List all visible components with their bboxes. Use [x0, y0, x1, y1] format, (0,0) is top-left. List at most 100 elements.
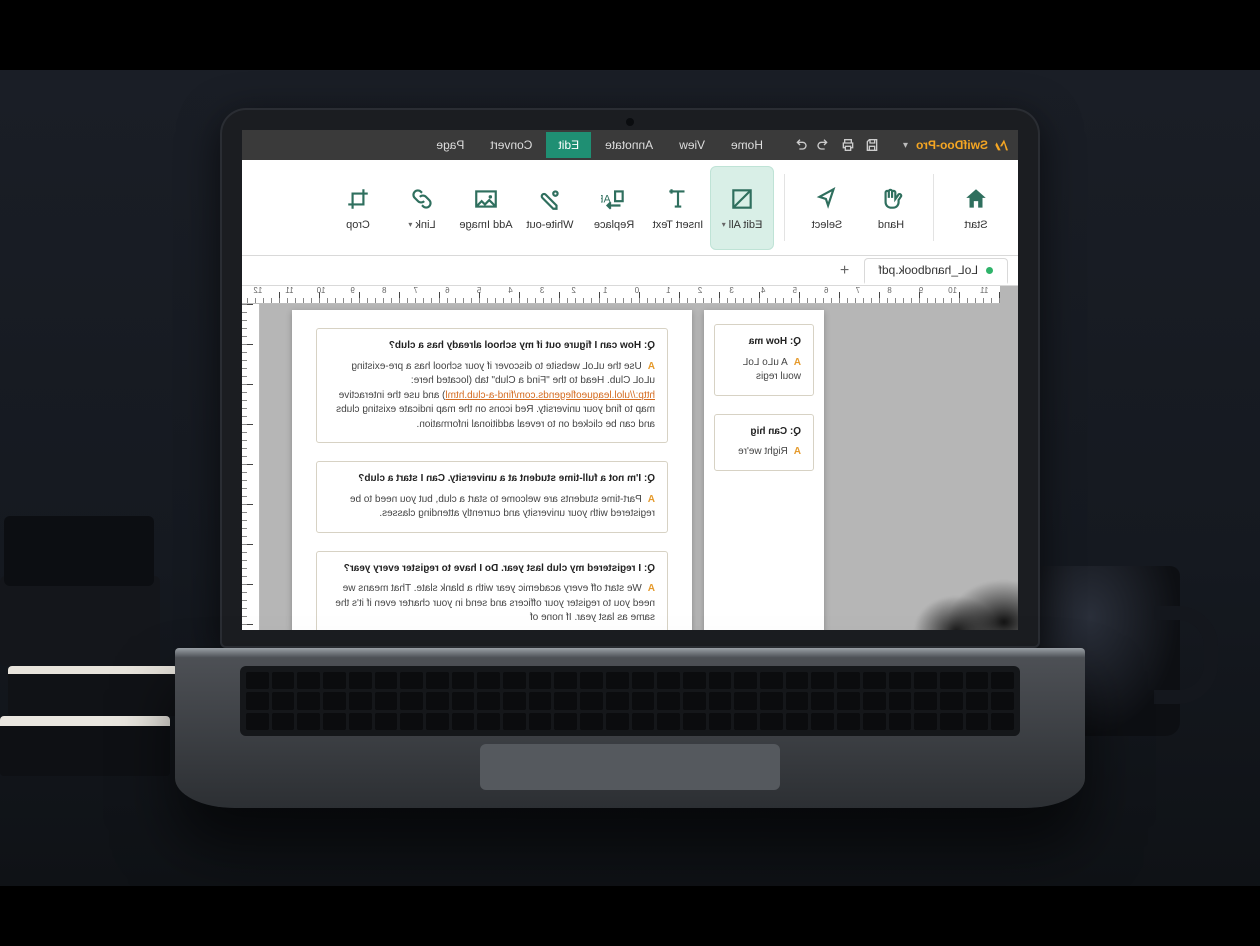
tab-status-dot-icon [986, 267, 993, 274]
qa-question: Q: Can hig [727, 425, 801, 440]
qa-question: Q: How ma [727, 335, 801, 350]
link-icon [408, 185, 436, 213]
menu-convert[interactable]: Convert [478, 132, 544, 158]
crop-icon [344, 185, 372, 213]
menu-view[interactable]: View [667, 132, 717, 158]
menu-page[interactable]: Page [424, 132, 476, 158]
qa-answer: Use the uLoL website to discover if your… [329, 360, 655, 433]
select-button[interactable]: Select [795, 166, 859, 250]
laptop-keyboard [240, 666, 1020, 736]
cursor-icon [813, 185, 841, 213]
hand-icon [877, 185, 905, 213]
qa-answer: Right we're [727, 445, 801, 460]
select-label: Select [812, 219, 843, 231]
crop-label: Crop [346, 219, 370, 231]
photo-scene: SwifDoo-Pro ▾ HomeViewAnnota [0, 70, 1260, 886]
document-tab-label: LoL_handbook.pdf [879, 263, 978, 277]
document-tabstrip: LoL_handbook.pdf + [242, 256, 1018, 286]
insert-text-icon [664, 185, 692, 213]
page-canvas[interactable]: Q: How can I figure out if my school alr… [260, 304, 1018, 630]
ruler-tick-label: 11 [968, 286, 1000, 295]
insert-text-label: Insert Text [653, 219, 704, 231]
menu-annotate[interactable]: Annotate [593, 132, 665, 158]
edit-all-button[interactable]: Edit All▾ [710, 166, 774, 250]
ruler-tick-label: 5 [779, 286, 811, 295]
laptop-base [175, 648, 1085, 808]
ruler-tick-label: 4 [495, 286, 527, 295]
prop-books [0, 516, 200, 776]
ruler-tick-label: 5 [463, 286, 495, 295]
save-icon[interactable] [863, 136, 881, 154]
hand-button[interactable]: Hand [859, 166, 923, 250]
ruler-tick-label: 6 [811, 286, 843, 295]
app-logo-icon [994, 137, 1010, 153]
laptop-screen-bezel: SwifDoo-Pro ▾ HomeViewAnnota [220, 108, 1040, 648]
qa-box[interactable]: Q: I'm not a full-time student at a univ… [316, 461, 668, 533]
horizontal-ruler: 11109876543210123456789101112 [242, 286, 1000, 304]
start-button[interactable]: Start [944, 166, 1008, 250]
ruler-tick-label: 2 [558, 286, 590, 295]
ruler-tick-label: 2 [684, 286, 716, 295]
add-image-label: Add Image [459, 219, 512, 231]
image-icon [472, 185, 500, 213]
edit-all-icon [728, 185, 756, 213]
qa-link[interactable]: http://ulol.leagueoflegends.com/find-a-c… [445, 390, 655, 401]
add-image-button[interactable]: Add Image [454, 166, 518, 250]
decorative-smudge [908, 550, 1018, 630]
ruler-tick-label: 10 [937, 286, 969, 295]
ruler-tick-label: 11 [274, 286, 306, 295]
workspace: 11109876543210123456789101112 Q: How can… [242, 286, 1018, 630]
app-window: SwifDoo-Pro ▾ HomeViewAnnota [242, 130, 1018, 630]
titlebar: SwifDoo-Pro ▾ HomeViewAnnota [242, 130, 1018, 160]
replace-button[interactable]: AB Replace [582, 166, 646, 250]
menu-home[interactable]: Home [719, 132, 775, 158]
pdf-page-left[interactable]: Q: How ma A uLo LoL woul regis Q: Can hig R… [704, 310, 824, 630]
home-icon [962, 185, 990, 213]
qa-question: Q: I registered my club last year. Do I … [329, 562, 655, 577]
ruler-tick-label: 7 [842, 286, 874, 295]
hand-label: Hand [878, 219, 904, 231]
ruler-tick-label: 1 [589, 286, 621, 295]
link-label: Link [415, 219, 435, 231]
pdf-page-right[interactable]: Q: How can I figure out if my school alr… [292, 310, 692, 630]
ruler-tick-label: 7 [400, 286, 432, 295]
ribbon: Start Hand [242, 160, 1018, 256]
menu-edit[interactable]: Edit [546, 132, 591, 158]
ruler-tick-label: 10 [305, 286, 337, 295]
qa-question: Q: I'm not a full-time student at a univ… [329, 472, 655, 487]
brand-dropdown-icon[interactable]: ▾ [903, 140, 908, 151]
qa-answer: Part-time students are welcome to start … [329, 493, 655, 522]
app-brand: SwifDoo-Pro [916, 138, 988, 152]
qa-box-partial[interactable]: Q: Can hig Right we're [714, 414, 814, 471]
laptop-trackpad [480, 744, 780, 790]
document-tab[interactable]: LoL_handbook.pdf [864, 258, 1008, 284]
vertical-ruler [242, 304, 260, 630]
ruler-tick-label: 8 [368, 286, 400, 295]
ruler-tick-label: 9 [337, 286, 369, 295]
qa-box-partial[interactable]: Q: How ma A uLo LoL woul regis [714, 324, 814, 396]
ruler-tick-label: 0 [621, 286, 653, 295]
ruler-tick-label: 4 [747, 286, 779, 295]
redo-icon[interactable] [815, 136, 833, 154]
replace-label: Replace [594, 219, 634, 231]
qa-box[interactable]: Q: How can I figure out if my school alr… [316, 328, 668, 443]
start-label: Start [964, 219, 987, 231]
link-button[interactable]: Link▾ [390, 166, 454, 250]
ruler-tick-label: 1 [653, 286, 685, 295]
print-icon[interactable] [839, 136, 857, 154]
white-out-icon [536, 185, 564, 213]
ruler-tick-label: 12 [242, 286, 274, 295]
insert-text-button[interactable]: Insert Text [646, 166, 710, 250]
qa-question: Q: How can I figure out if my school alr… [329, 339, 655, 354]
add-tab-button[interactable]: + [834, 260, 856, 282]
undo-icon[interactable] [791, 136, 809, 154]
qa-answer: We start off every academic year with a … [329, 582, 655, 626]
qa-answer: A uLo LoL woul regis [727, 356, 801, 385]
replace-icon: AB [600, 185, 628, 213]
crop-button[interactable]: Crop [326, 166, 390, 250]
white-out-label: White-out [526, 219, 573, 231]
qa-box[interactable]: Q: I registered my club last year. Do I … [316, 551, 668, 631]
laptop: SwifDoo-Pro ▾ HomeViewAnnota [175, 108, 1085, 808]
ruler-tick-label: 8 [874, 286, 906, 295]
white-out-button[interactable]: White-out [518, 166, 582, 250]
